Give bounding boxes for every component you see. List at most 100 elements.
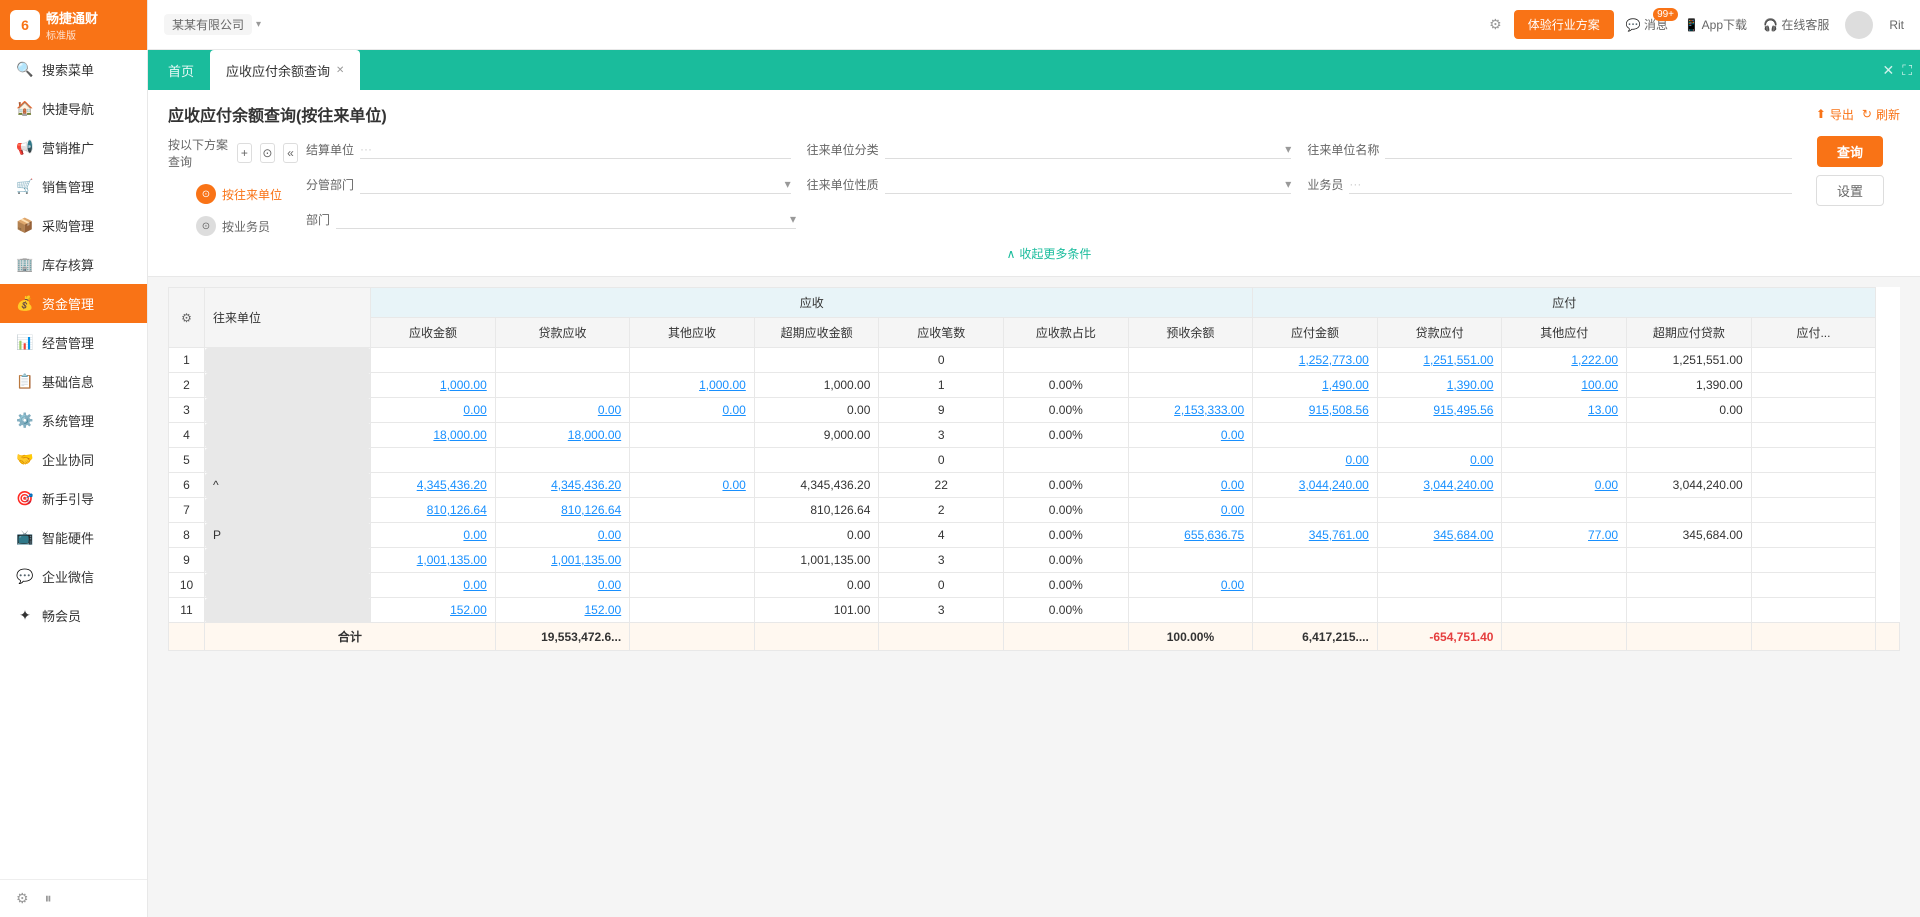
- amount-link[interactable]: 0.00: [463, 578, 486, 592]
- table-cell[interactable]: [1377, 423, 1502, 448]
- table-settings-icon[interactable]: ⚙: [181, 311, 192, 325]
- table-cell[interactable]: 100.00: [1502, 373, 1627, 398]
- close-window-icon[interactable]: ✕: [1882, 62, 1894, 79]
- setting-button[interactable]: 设置: [1816, 175, 1884, 206]
- table-cell[interactable]: 345,684.00: [1377, 523, 1502, 548]
- amount-link[interactable]: 0.00: [722, 478, 745, 492]
- export-button[interactable]: ⬆ 导出: [1816, 106, 1854, 123]
- amount-link[interactable]: 0.00: [1470, 453, 1493, 467]
- table-cell[interactable]: [1128, 348, 1253, 373]
- maximize-icon[interactable]: ⛶: [1902, 62, 1912, 79]
- topbar-gear-icon[interactable]: ⚙: [1489, 16, 1502, 33]
- partner-category-input[interactable]: ▾: [885, 140, 1292, 159]
- table-cell[interactable]: 1,251,551.00: [1377, 348, 1502, 373]
- table-cell[interactable]: [630, 598, 755, 623]
- table-cell[interactable]: [1253, 498, 1378, 523]
- table-cell[interactable]: 3,044,240.00: [1253, 473, 1378, 498]
- table-cell[interactable]: [630, 448, 755, 473]
- table-cell[interactable]: [1502, 573, 1627, 598]
- amount-link[interactable]: 0.00: [1595, 478, 1618, 492]
- table-cell[interactable]: 915,508.56: [1253, 398, 1378, 423]
- table-cell[interactable]: [1502, 598, 1627, 623]
- collapse-filter-button[interactable]: ∧ 收起更多条件: [298, 241, 1800, 266]
- table-cell[interactable]: [1377, 598, 1502, 623]
- table-cell[interactable]: 4,345,436.20: [371, 473, 496, 498]
- table-cell[interactable]: 1,001,135.00: [495, 548, 629, 573]
- table-cell[interactable]: 1,490.00: [1253, 373, 1378, 398]
- sidebar-item-wechat[interactable]: 💬企业微信: [0, 557, 147, 596]
- table-cell[interactable]: 810,126.64: [371, 498, 496, 523]
- sidebar-item-purchase[interactable]: 📦采购管理: [0, 206, 147, 245]
- table-cell[interactable]: [1128, 373, 1253, 398]
- table-cell[interactable]: [1377, 573, 1502, 598]
- table-cell[interactable]: [1253, 548, 1378, 573]
- user-avatar[interactable]: [1845, 11, 1873, 39]
- filter-option-partner[interactable]: ⊙ 按往来单位: [188, 180, 298, 208]
- amount-link[interactable]: 0.00: [1221, 578, 1244, 592]
- table-cell[interactable]: [1502, 548, 1627, 573]
- sidebar-item-member[interactable]: ✦畅会员: [0, 596, 147, 635]
- table-cell[interactable]: 810,126.64: [495, 498, 629, 523]
- amount-link[interactable]: 1,222.00: [1571, 353, 1618, 367]
- sidebar-item-collab[interactable]: 🤝企业协同: [0, 440, 147, 479]
- table-cell[interactable]: 0.00: [1128, 473, 1253, 498]
- table-cell[interactable]: 655,636.75: [1128, 523, 1253, 548]
- amount-link[interactable]: 18,000.00: [568, 428, 621, 442]
- table-cell[interactable]: [1128, 448, 1253, 473]
- dept-manager-input[interactable]: ▾: [360, 175, 791, 194]
- table-cell[interactable]: 0.00: [630, 473, 755, 498]
- table-cell[interactable]: 1,000.00: [630, 373, 755, 398]
- table-cell[interactable]: 3,044,240.00: [1377, 473, 1502, 498]
- sidebar-item-search[interactable]: 🔍搜索菜单: [0, 50, 147, 89]
- amount-link[interactable]: 1,000.00: [440, 378, 487, 392]
- amount-link[interactable]: 1,251,551.00: [1423, 353, 1493, 367]
- amount-link[interactable]: 0.00: [1221, 428, 1244, 442]
- scheme-collapse-icon[interactable]: «: [283, 143, 298, 163]
- table-cell[interactable]: 1,000.00: [371, 373, 496, 398]
- table-cell[interactable]: [1502, 498, 1627, 523]
- table-cell[interactable]: 18,000.00: [495, 423, 629, 448]
- amount-link[interactable]: 1,390.00: [1447, 378, 1494, 392]
- table-cell[interactable]: [630, 548, 755, 573]
- refresh-button[interactable]: ↻ 刷新: [1862, 106, 1900, 123]
- amount-link[interactable]: 0.00: [1345, 453, 1368, 467]
- table-cell[interactable]: [371, 448, 496, 473]
- table-cell[interactable]: [630, 498, 755, 523]
- table-cell[interactable]: [495, 348, 629, 373]
- company-selector[interactable]: 某某有限公司 ▾: [164, 14, 1477, 35]
- online-service[interactable]: 🎧 在线客服: [1763, 16, 1829, 33]
- table-cell[interactable]: [1128, 598, 1253, 623]
- tab-arquery[interactable]: 应收应付余额查询 ✕: [210, 50, 360, 90]
- pause-icon[interactable]: ⏸: [45, 890, 52, 907]
- filter-option-salesperson[interactable]: ⊙ 按业务员: [188, 212, 298, 240]
- table-cell[interactable]: 1,252,773.00: [1253, 348, 1378, 373]
- tab-home[interactable]: 首页: [152, 50, 210, 90]
- amount-link[interactable]: 0.00: [598, 578, 621, 592]
- table-cell[interactable]: [495, 373, 629, 398]
- table-cell[interactable]: 152.00: [495, 598, 629, 623]
- table-cell[interactable]: 18,000.00: [371, 423, 496, 448]
- table-cell[interactable]: 0.00: [1128, 423, 1253, 448]
- table-cell[interactable]: 915,495.56: [1377, 398, 1502, 423]
- amount-link[interactable]: 152.00: [584, 603, 621, 617]
- amount-link[interactable]: 4,345,436.20: [551, 478, 621, 492]
- amount-link[interactable]: 1,252,773.00: [1299, 353, 1369, 367]
- table-cell[interactable]: 0.00: [630, 398, 755, 423]
- sidebar-item-operation[interactable]: 📊经营管理: [0, 323, 147, 362]
- message-badge[interactable]: 💬 消息 99+: [1626, 16, 1668, 33]
- amount-link[interactable]: 345,761.00: [1309, 528, 1369, 542]
- amount-link[interactable]: 0.00: [722, 403, 745, 417]
- table-cell[interactable]: 0.00: [371, 398, 496, 423]
- amount-link[interactable]: 4,345,436.20: [417, 478, 487, 492]
- table-cell[interactable]: 77.00: [1502, 523, 1627, 548]
- partner-type-input[interactable]: ▾: [885, 175, 1292, 194]
- sidebar-item-guide[interactable]: 🎯新手引导: [0, 479, 147, 518]
- app-download[interactable]: 📱 App下载: [1684, 16, 1747, 33]
- amount-link[interactable]: 2,153,333.00: [1174, 403, 1244, 417]
- sidebar-item-base[interactable]: 📋基础信息: [0, 362, 147, 401]
- table-cell[interactable]: [371, 348, 496, 373]
- table-cell[interactable]: 0.00: [495, 573, 629, 598]
- sidebar-item-marketing[interactable]: 📢营销推广: [0, 128, 147, 167]
- table-cell[interactable]: 0.00: [1128, 573, 1253, 598]
- table-cell[interactable]: 0.00: [495, 398, 629, 423]
